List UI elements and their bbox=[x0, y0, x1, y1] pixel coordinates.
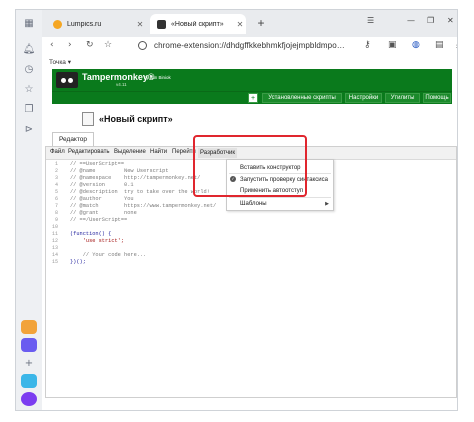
maximize-icon[interactable]: ❐ bbox=[427, 16, 434, 25]
lumpics-favicon-icon bbox=[53, 19, 62, 29]
tampermonkey-nav: + Установленные скрипты Настройки Утилит… bbox=[52, 91, 452, 104]
close-icon[interactable]: ✕ bbox=[134, 20, 146, 29]
code-line: // @description try to take over the wor… bbox=[70, 189, 210, 195]
send-app-icon[interactable] bbox=[21, 374, 37, 388]
tab-utilities[interactable]: Утилиты bbox=[385, 93, 420, 103]
tampermonkey-version: v4.11 bbox=[116, 82, 127, 87]
menu-edit[interactable]: Редактировать bbox=[68, 149, 109, 155]
download-icon[interactable]: ⤓ bbox=[456, 40, 457, 50]
star-icon[interactable]: ☆ bbox=[22, 82, 36, 96]
back-arrow-icon[interactable]: ‹ bbox=[50, 40, 54, 50]
menu-item-templates[interactable]: Шаблоны ▶ bbox=[227, 198, 333, 209]
reload-icon[interactable]: ↻ bbox=[86, 40, 94, 50]
menu-file[interactable]: Файл bbox=[50, 149, 65, 155]
close-icon[interactable]: ✕ bbox=[234, 20, 246, 29]
code-line: // @author You bbox=[70, 196, 134, 202]
screenshot-icon[interactable]: ▣ bbox=[388, 40, 397, 50]
line-number: 3 bbox=[54, 175, 58, 181]
line-number: 6 bbox=[54, 196, 58, 202]
code-line: // @name New Userscript bbox=[70, 168, 169, 174]
tampermonkey-favicon-icon bbox=[157, 19, 166, 29]
submenu-arrow-icon: ▶ bbox=[325, 200, 329, 207]
page-content: Tampermonkey® v4.11 by Jan Biniok + Уста… bbox=[42, 69, 457, 410]
address-field[interactable]: chrome-extension://dhdgffkkebhmkfjojejmp… bbox=[154, 41, 345, 50]
line-number: 15 bbox=[51, 259, 58, 265]
tab-label: «Новый скрипт» bbox=[171, 20, 224, 28]
line-number: 12 bbox=[51, 238, 58, 244]
browser-window: ▦ 🔔︎ ◷ ☆ ❐ ⊳ + Lumpics.ru ✕ «Новый скрип… bbox=[15, 9, 458, 411]
code-line: // @version 0.1 bbox=[70, 182, 134, 188]
tab-lumpics[interactable]: Lumpics.ru ✕ bbox=[46, 14, 146, 34]
menu-selection[interactable]: Выделение bbox=[114, 149, 146, 155]
alice-icon[interactable] bbox=[21, 392, 37, 406]
window-close-icon[interactable]: ✕ bbox=[447, 16, 454, 25]
code-line: })(); bbox=[70, 259, 86, 265]
tab-editor[interactable]: Редактор bbox=[52, 132, 94, 146]
menu-find[interactable]: Найти bbox=[150, 149, 167, 155]
line-number: 5 bbox=[54, 189, 58, 195]
bookmark-tochka[interactable]: Точка ▾ bbox=[49, 58, 71, 66]
line-number: 13 bbox=[51, 245, 58, 251]
line-number: 9 bbox=[54, 217, 58, 223]
page-title: «Новый скрипт» bbox=[99, 114, 173, 124]
tab-bar: Lumpics.ru ✕ «Новый скрипт» ✕ + ☰ — ❐ ✕ bbox=[42, 10, 457, 37]
tab-settings[interactable]: Настройки bbox=[345, 93, 382, 103]
document-icon bbox=[82, 112, 94, 126]
code-line: // @namespace http://tampermonkey.net/ bbox=[70, 175, 201, 181]
code-line: // ==/UserScript== bbox=[70, 217, 128, 223]
code-line: // Your code here... bbox=[70, 252, 147, 258]
code-line: // @match https://www.tampermonkey.net/ bbox=[70, 203, 217, 209]
tab-help[interactable]: Помощь bbox=[423, 93, 451, 103]
tampermonkey-header: Tampermonkey® v4.11 by Jan Biniok bbox=[52, 69, 452, 91]
collections-icon[interactable]: ❐ bbox=[22, 102, 36, 116]
bell-icon[interactable]: 🔔︎ bbox=[22, 42, 36, 56]
bookmarks-bar: Точка ▾ bbox=[42, 57, 457, 69]
line-gutter: 1 2 3 4 5 6 7 8 9 10 11 12 13 14 15 bbox=[46, 160, 60, 397]
new-script-tab-plus-icon[interactable]: + bbox=[248, 93, 258, 103]
bookmark-star-icon[interactable]: ☆ bbox=[104, 40, 112, 50]
minimize-icon[interactable]: — bbox=[407, 16, 415, 25]
tab-new-script[interactable]: «Новый скрипт» ✕ bbox=[150, 14, 246, 34]
grid-icon[interactable]: ▦ bbox=[22, 16, 36, 30]
tabs-menu-icon[interactable]: ☰ bbox=[367, 16, 374, 25]
line-number: 4 bbox=[54, 182, 58, 188]
globe-icon[interactable]: ◍ bbox=[412, 40, 420, 50]
line-number: 11 bbox=[51, 231, 58, 237]
clock-icon[interactable]: ◷ bbox=[22, 62, 36, 76]
add-app-icon[interactable]: + bbox=[22, 356, 36, 370]
line-number: 14 bbox=[51, 252, 58, 258]
tampermonkey-logo-icon bbox=[56, 72, 78, 88]
tampermonkey-author: by Jan Biniok bbox=[144, 75, 171, 80]
line-number: 10 bbox=[51, 224, 58, 230]
mail-app-icon[interactable] bbox=[21, 320, 37, 334]
extensions-icon[interactable]: ▤ bbox=[435, 40, 444, 50]
highlight-annotation-box bbox=[193, 135, 307, 197]
menu-item-label: Шаблоны bbox=[240, 200, 267, 207]
code-line: (function() { bbox=[70, 231, 112, 237]
code-line: 'use strict'; bbox=[70, 238, 125, 244]
key-icon[interactable]: ⚷ bbox=[364, 40, 371, 50]
tab-installed-scripts[interactable]: Установленные скрипты bbox=[262, 93, 342, 103]
line-number: 1 bbox=[54, 161, 58, 167]
new-tab-plus-icon[interactable]: + bbox=[254, 16, 268, 30]
line-number: 7 bbox=[54, 203, 58, 209]
tab-label: Lumpics.ru bbox=[67, 20, 102, 28]
extension-icon bbox=[138, 41, 147, 50]
address-row: ‹ › ↻ ☆ chrome-extension://dhdgffkkebhmk… bbox=[42, 37, 457, 57]
browser-sidebar: ▦ 🔔︎ ◷ ☆ ❐ ⊳ + bbox=[16, 10, 43, 410]
messenger-app-icon[interactable] bbox=[21, 338, 37, 352]
line-number: 8 bbox=[54, 210, 58, 216]
forward-arrow-icon[interactable]: › bbox=[68, 40, 72, 50]
script-header: «Новый скрипт» bbox=[82, 109, 173, 129]
play-icon[interactable]: ⊳ bbox=[22, 122, 36, 136]
line-number: 2 bbox=[54, 168, 58, 174]
code-line: // @grant none bbox=[70, 210, 137, 216]
code-line: // ==UserScript== bbox=[70, 161, 125, 167]
